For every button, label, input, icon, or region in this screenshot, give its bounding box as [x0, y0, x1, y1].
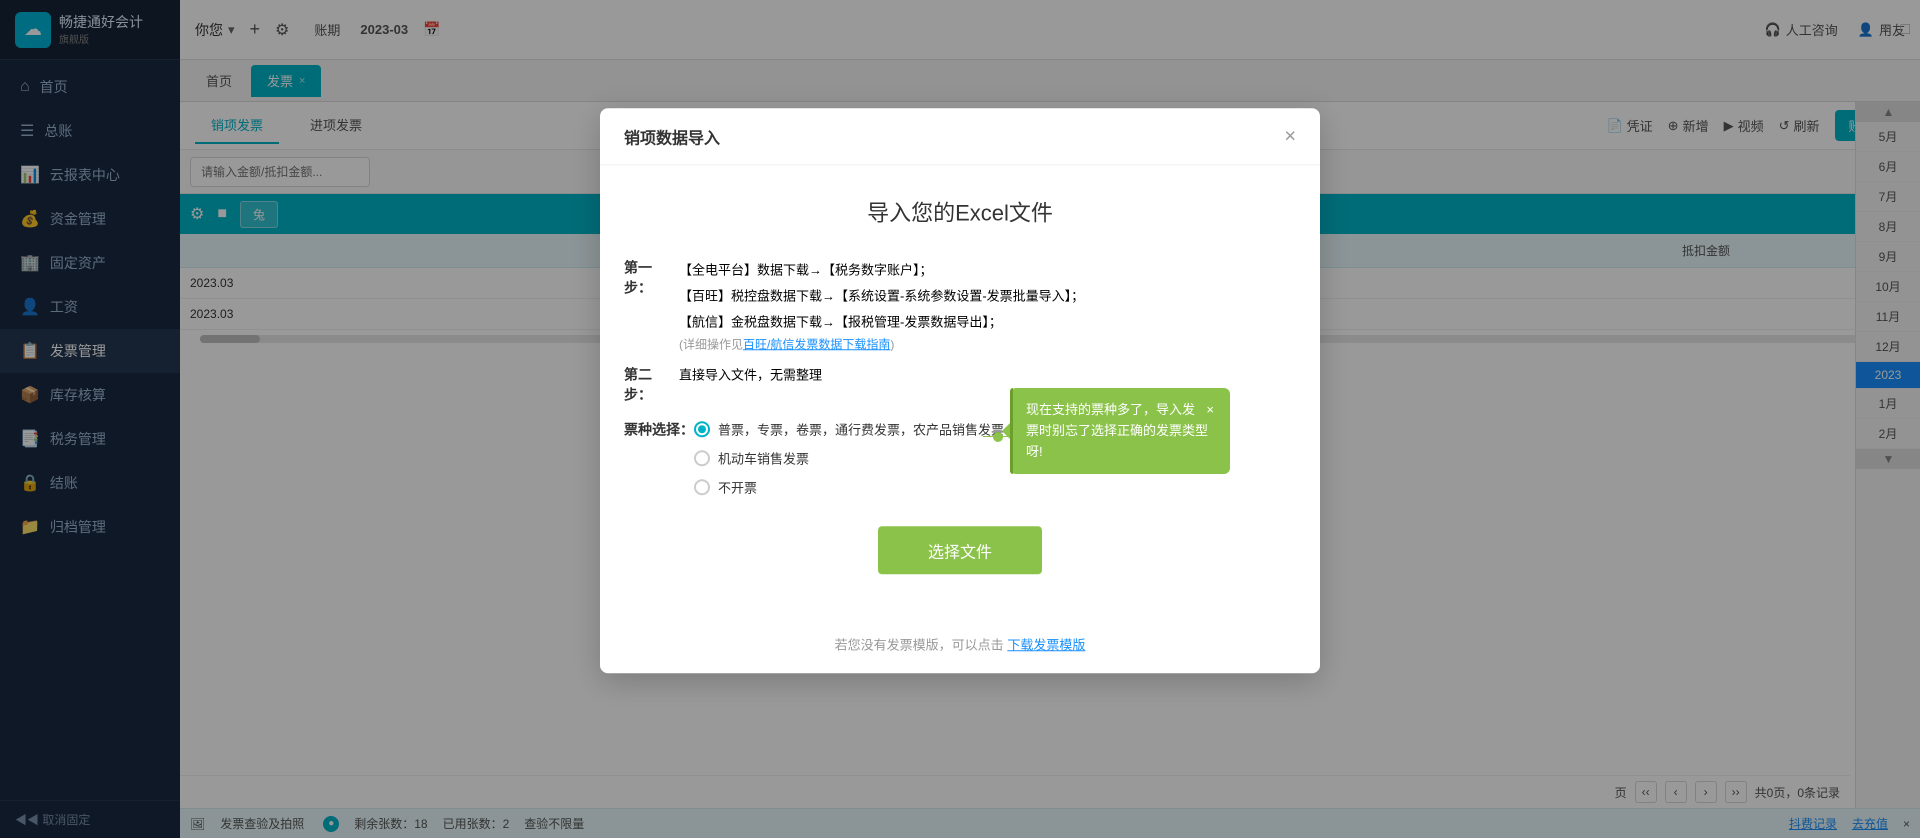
radio-car[interactable]: 机动车销售发票	[694, 448, 1004, 467]
step1-note: (详细操作见百旺/航信发票数据下载指南)	[679, 335, 1296, 352]
step1-line3: 【航信】金税盘数据下载→【报税管理-发票数据导出】；	[679, 309, 1296, 335]
step1-line2: 【百旺】税控盘数据下载→【系统设置-系统参数设置-发票批量导入】；	[679, 283, 1296, 309]
step2-content: 直接导入文件，无需整理	[679, 364, 822, 383]
step1-content: 【全电平台】数据下载→【税务数字账户】； 【百旺】税控盘数据下载→【系统设置-系…	[679, 257, 1296, 352]
step2-label: 第二步：	[624, 364, 679, 404]
footer-text: 若您没有发票模版，可以点击	[835, 637, 1004, 652]
step1-label: 第一步：	[624, 257, 679, 297]
tooltip-bar	[1010, 388, 1013, 474]
tooltip-box: × 现在支持的票种多了，导入发票时别忘了选择正确的发票类型呀!	[1010, 388, 1230, 474]
tooltip-close-btn[interactable]: ×	[1206, 400, 1214, 421]
step1-link[interactable]: 百旺/航信发票数据下载指南	[743, 337, 890, 351]
select-file-btn[interactable]: 选择文件	[878, 526, 1042, 574]
step1-line1: 【全电平台】数据下载→【税务数字账户】；	[679, 257, 1296, 283]
modal-title: 销项数据导入	[624, 124, 720, 148]
radio-car-circle	[694, 450, 710, 466]
radio-noticket-circle	[694, 479, 710, 495]
ticket-label: 票种选择：	[624, 419, 694, 439]
modal-close-btn[interactable]: ×	[1284, 125, 1296, 148]
radio-normal[interactable]: 普票，专票，卷票，通行费发票，农产品销售发票	[694, 419, 1004, 438]
radio-noticket-label: 不开票	[718, 477, 757, 496]
modal-header: 销项数据导入 ×	[600, 108, 1320, 165]
radio-noticket[interactable]: 不开票	[694, 477, 1004, 496]
modal-footer: 若您没有发票模版，可以点击 下载发票模版	[600, 624, 1320, 673]
tooltip-text: 现在支持的票种多了，导入发票时别忘了选择正确的发票类型呀!	[1026, 402, 1208, 459]
step1-row: 第一步： 【全电平台】数据下载→【税务数字账户】； 【百旺】税控盘数据下载→【系…	[624, 257, 1296, 352]
footer-link[interactable]: 下载发票模版	[1007, 637, 1085, 652]
import-title: 导入您的Excel文件	[624, 195, 1296, 227]
radio-group: 普票，专票，卷票，通行费发票，农产品销售发票 机动车销售发票 不开票	[694, 419, 1004, 506]
radio-normal-circle	[694, 421, 710, 437]
radio-normal-label: 普票，专票，卷票，通行费发票，农产品销售发票	[718, 419, 1004, 438]
radio-car-label: 机动车销售发票	[718, 448, 809, 467]
